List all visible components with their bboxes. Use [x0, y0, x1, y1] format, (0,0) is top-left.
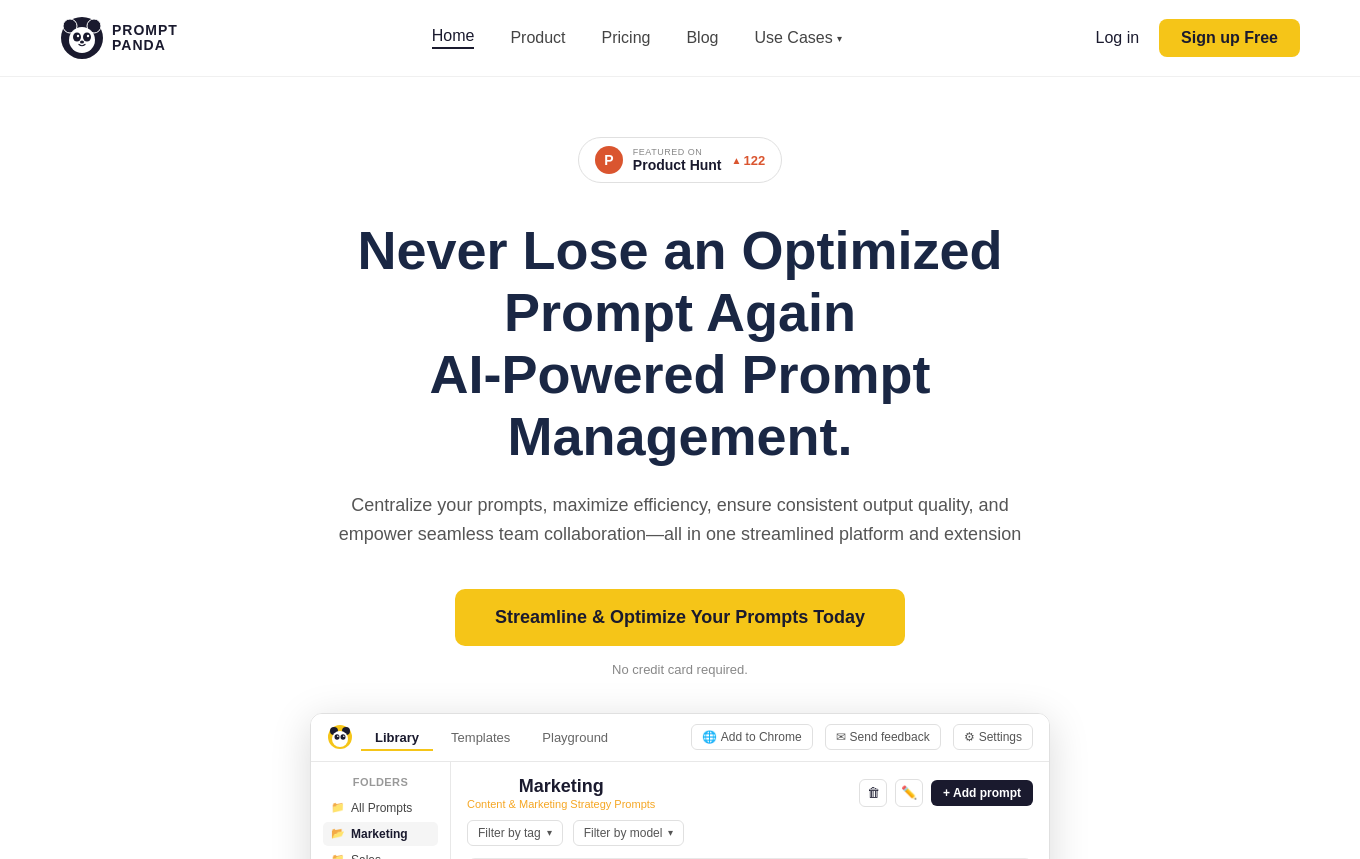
chevron-down-filter-icon: ▾ [547, 827, 552, 838]
svg-point-12 [332, 731, 348, 747]
app-body: Folders 📁 All Prompts 📂 Marketing 📁 Sale… [311, 762, 1049, 859]
sidebar-item-marketing[interactable]: 📂 Marketing [323, 822, 438, 846]
add-to-chrome-label: Add to Chrome [721, 730, 802, 744]
app-topbar: Library Templates Playground 🌐 Add to Ch… [311, 714, 1049, 762]
chevron-down-icon: ▾ [837, 33, 842, 44]
svg-point-4 [73, 33, 81, 42]
product-hunt-text: FEATURED ON Product Hunt [633, 147, 722, 173]
app-sidebar: Folders 📁 All Prompts 📂 Marketing 📁 Sale… [311, 762, 451, 859]
sidebar-sales-label: Sales [351, 853, 381, 859]
app-main: Marketing Content & Marketing Strategy P… [451, 762, 1049, 859]
svg-point-6 [77, 35, 79, 37]
logo-icon [60, 16, 104, 60]
sidebar-item-sales[interactable]: 📁 Sales [323, 848, 438, 859]
app-actions: 🌐 Add to Chrome ✉ Send feedback ⚙ Settin… [691, 724, 1033, 750]
svg-point-8 [80, 41, 84, 44]
app-main-header-actions: 🗑 ✏️ + Add prompt [859, 779, 1033, 807]
logo[interactable]: PROMPT PANDA [60, 16, 178, 60]
trash-icon: 🗑 [867, 785, 880, 800]
add-prompt-button[interactable]: + Add prompt [931, 780, 1033, 806]
product-hunt-badge[interactable]: P FEATURED ON Product Hunt ▲ 122 [578, 137, 782, 183]
edit-icon: ✏️ [901, 785, 917, 800]
nav-link-use-cases[interactable]: Use Cases ▾ [754, 29, 841, 47]
app-filters: Filter by tag ▾ Filter by model ▾ [467, 820, 1033, 846]
nav-links: Home Product Pricing Blog Use Cases ▾ [432, 27, 842, 49]
svg-point-16 [343, 736, 345, 738]
sidebar-folders-title: Folders [323, 776, 438, 788]
folder-icon-all: 📁 [331, 801, 345, 814]
delete-icon-btn[interactable]: 🗑 [859, 779, 887, 807]
product-hunt-icon: P [595, 146, 623, 174]
svg-point-7 [87, 35, 89, 37]
hero-headline: Never Lose an Optimized Prompt Again AI-… [270, 219, 1090, 467]
svg-point-5 [83, 33, 91, 42]
login-button[interactable]: Log in [1096, 29, 1140, 47]
svg-point-15 [337, 736, 339, 738]
svg-point-14 [341, 735, 346, 741]
settings-label: Settings [979, 730, 1022, 744]
app-tab-row: Library Templates Playground [327, 724, 622, 751]
feedback-icon: ✉ [836, 730, 846, 744]
folder-icon-sales: 📁 [331, 853, 345, 859]
send-feedback-label: Send feedback [850, 730, 930, 744]
edit-icon-btn[interactable]: ✏️ [895, 779, 923, 807]
sidebar-marketing-label: Marketing [351, 827, 408, 841]
app-tab-library[interactable]: Library [361, 724, 433, 751]
ph-count: ▲ 122 [732, 153, 766, 168]
nav-link-pricing[interactable]: Pricing [602, 29, 651, 47]
settings-btn[interactable]: ⚙ Settings [953, 724, 1033, 750]
nav-link-use-cases-label: Use Cases [754, 29, 832, 47]
app-tab-templates[interactable]: Templates [437, 724, 524, 751]
svg-point-13 [335, 735, 340, 741]
cta-button[interactable]: Streamline & Optimize Your Prompts Today [455, 589, 905, 646]
nav-actions: Log in Sign up Free [1096, 19, 1301, 57]
navbar: PROMPT PANDA Home Product Pricing Blog U… [0, 0, 1360, 77]
hero-section: P FEATURED ON Product Hunt ▲ 122 Never L… [0, 77, 1360, 859]
cta-container: Streamline & Optimize Your Prompts Today… [20, 589, 1340, 677]
sidebar-all-prompts-label: All Prompts [351, 801, 412, 815]
send-feedback-btn[interactable]: ✉ Send feedback [825, 724, 941, 750]
app-screenshot: Library Templates Playground 🌐 Add to Ch… [310, 713, 1050, 859]
app-tabs: Library Templates Playground [361, 724, 622, 751]
nav-link-blog[interactable]: Blog [686, 29, 718, 47]
ph-name-label: Product Hunt [633, 157, 722, 173]
filter-by-tag-dropdown[interactable]: Filter by tag ▾ [467, 820, 563, 846]
app-main-header: Marketing Content & Marketing Strategy P… [467, 776, 1033, 810]
sidebar-item-all-prompts[interactable]: 📁 All Prompts [323, 796, 438, 820]
add-to-chrome-btn[interactable]: 🌐 Add to Chrome [691, 724, 813, 750]
ph-count-value: 122 [743, 153, 765, 168]
hero-headline-line2: AI-Powered Prompt Management. [429, 344, 930, 466]
signup-button[interactable]: Sign up Free [1159, 19, 1300, 57]
chevron-down-model-icon: ▾ [668, 827, 673, 838]
filter-model-label: Filter by model [584, 826, 663, 840]
settings-icon: ⚙ [964, 730, 975, 744]
filter-tag-label: Filter by tag [478, 826, 541, 840]
folder-icon-marketing: 📂 [331, 827, 345, 840]
app-logo-icon [327, 724, 353, 750]
logo-text-line1: PROMPT [112, 23, 178, 38]
logo-text-line2: PANDA [112, 38, 178, 53]
app-tab-playground[interactable]: Playground [528, 724, 622, 751]
hero-headline-line1: Never Lose an Optimized Prompt Again [357, 220, 1002, 342]
nav-link-home[interactable]: Home [432, 27, 475, 49]
app-main-header-left: Marketing Content & Marketing Strategy P… [467, 776, 655, 810]
filter-by-model-dropdown[interactable]: Filter by model ▾ [573, 820, 685, 846]
nav-link-product[interactable]: Product [510, 29, 565, 47]
chrome-icon: 🌐 [702, 730, 717, 744]
no-credit-text: No credit card required. [20, 662, 1340, 677]
ph-featured-label: FEATURED ON [633, 147, 702, 157]
app-main-subtitle: Content & Marketing Strategy Prompts [467, 798, 655, 810]
ph-arrow-icon: ▲ [732, 155, 742, 166]
hero-subtext: Centralize your prompts, maximize effici… [320, 491, 1040, 549]
svg-point-3 [69, 27, 95, 53]
app-main-title: Marketing [467, 776, 655, 797]
